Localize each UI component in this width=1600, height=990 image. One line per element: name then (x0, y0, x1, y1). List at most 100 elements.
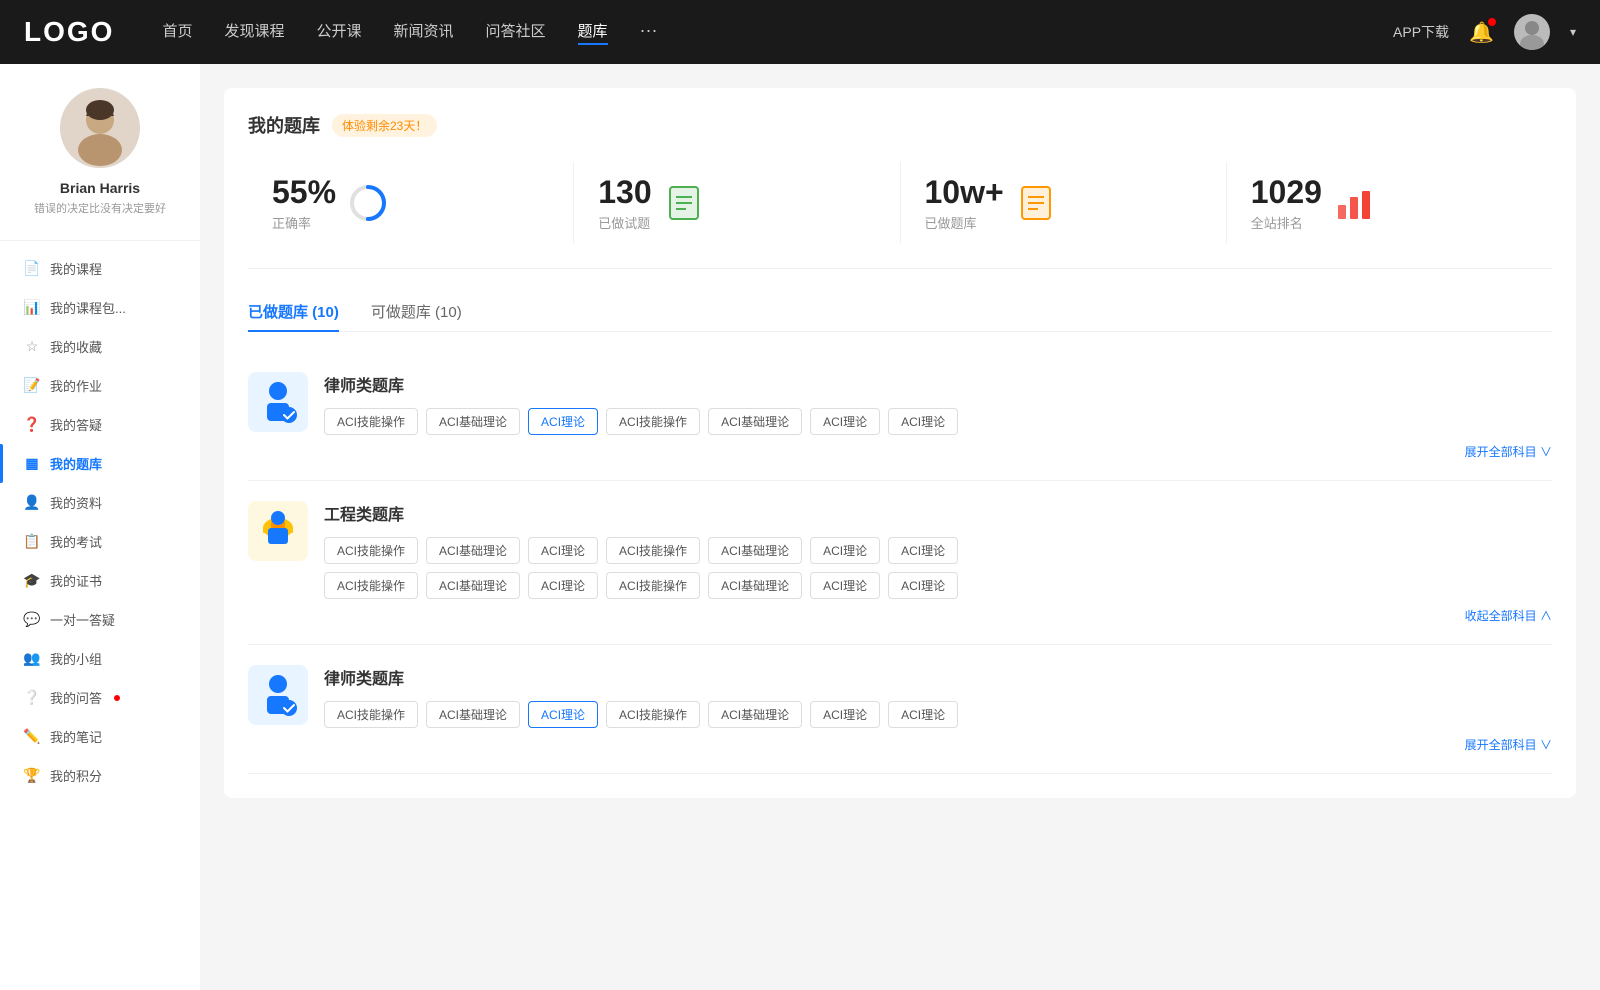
nav-opencourse[interactable]: 公开课 (316, 20, 361, 45)
star-icon: ☆ (24, 339, 40, 355)
tag-2-13[interactable]: ACI理论 (888, 572, 958, 599)
stat-banks-done: 10w+ 已做题库 (901, 162, 1227, 244)
sidebar-item-mycourse[interactable]: 📄 我的课程 (0, 249, 200, 288)
tag-3-3[interactable]: ACI技能操作 (606, 701, 700, 728)
tag-3-4[interactable]: ACI基础理论 (708, 701, 802, 728)
tag-2-2[interactable]: ACI理论 (528, 537, 598, 564)
tag-1-3[interactable]: ACI技能操作 (606, 408, 700, 435)
nav-questionbank[interactable]: 题库 (578, 20, 608, 45)
tag-2-7[interactable]: ACI技能操作 (324, 572, 418, 599)
stat-accuracy: 55% 正确率 (248, 162, 574, 244)
sidebar-user-name: Brian Harris (60, 180, 140, 196)
nav-home[interactable]: 首页 (162, 20, 192, 45)
sidebar-menu: 📄 我的课程 📊 我的课程包... ☆ 我的收藏 📝 我的作业 ❓ 我的答疑 ▦ (0, 249, 200, 795)
nav-discover[interactable]: 发现课程 (224, 20, 284, 45)
stats-row: 55% 正确率 130 已做试题 (248, 162, 1552, 269)
tag-2-5[interactable]: ACI理论 (810, 537, 880, 564)
sidebar-item-points[interactable]: 🏆 我的积分 (0, 756, 200, 795)
sidebar-item-myqa[interactable]: ❓ 我的答疑 (0, 405, 200, 444)
sidebar-item-materials[interactable]: 👤 我的资料 (0, 483, 200, 522)
tag-2-9[interactable]: ACI理论 (528, 572, 598, 599)
sidebar-user-motto: 错误的决定比没有决定要好 (34, 200, 166, 216)
tabs-row: 已做题库 (10) 可做题库 (10) (248, 293, 1552, 332)
sidebar-avatar (60, 88, 140, 168)
page-title: 我的题库 (248, 112, 320, 138)
tag-1-5[interactable]: ACI理论 (810, 408, 880, 435)
tag-3-5[interactable]: ACI理论 (810, 701, 880, 728)
tag-3-1[interactable]: ACI基础理论 (426, 701, 520, 728)
barchart-icon: 📊 (24, 300, 40, 316)
content-card: 我的题库 体验剩余23天！ 55% 正确率 (224, 88, 1576, 798)
tag-2-11[interactable]: ACI基础理论 (708, 572, 802, 599)
sidebar-item-notes[interactable]: ✏️ 我的笔记 (0, 717, 200, 756)
tag-3-0[interactable]: ACI技能操作 (324, 701, 418, 728)
tag-1-4[interactable]: ACI基础理论 (708, 408, 802, 435)
nav-qa[interactable]: 问答社区 (486, 20, 546, 45)
tag-2-8[interactable]: ACI基础理论 (426, 572, 520, 599)
tag-1-2[interactable]: ACI理论 (528, 408, 598, 435)
qbank-item-lawyer-2: 律师类题库 ACI技能操作 ACI基础理论 ACI理论 ACI技能操作 ACI基… (248, 645, 1552, 774)
tab-available-banks[interactable]: 可做题库 (10) (371, 293, 462, 332)
qbank-list: 律师类题库 ACI技能操作 ACI基础理论 ACI理论 ACI技能操作 ACI基… (248, 352, 1552, 774)
tag-2-4[interactable]: ACI基础理论 (708, 537, 802, 564)
qbank-content-1: 律师类题库 ACI技能操作 ACI基础理论 ACI理论 ACI技能操作 ACI基… (324, 372, 1552, 460)
qbank-expand-3[interactable]: 展开全部科目 ∨ (324, 736, 1552, 753)
stat-accuracy-label: 正确率 (272, 213, 336, 232)
questions-done-icon (664, 183, 704, 223)
sidebar-item-onetoone[interactable]: 💬 一对一答疑 (0, 600, 200, 639)
user-dropdown-arrow[interactable]: ▾ (1570, 25, 1576, 39)
tag-3-6[interactable]: ACI理论 (888, 701, 958, 728)
stat-questions-done: 130 已做试题 (574, 162, 900, 244)
qbank-tags-1: ACI技能操作 ACI基础理论 ACI理论 ACI技能操作 ACI基础理论 AC… (324, 408, 1552, 435)
notification-bell[interactable]: 🔔 (1469, 20, 1494, 45)
tab-done-banks[interactable]: 已做题库 (10) (248, 293, 339, 332)
sidebar-item-groups[interactable]: 👥 我的小组 (0, 639, 200, 678)
main-content: 我的题库 体验剩余23天！ 55% 正确率 (200, 64, 1600, 990)
tag-2-12[interactable]: ACI理论 (810, 572, 880, 599)
page-wrapper: Brian Harris 错误的决定比没有决定要好 📄 我的课程 📊 我的课程包… (0, 64, 1600, 990)
qbank-expand-1[interactable]: 展开全部科目 ∨ (324, 443, 1552, 460)
tag-2-1[interactable]: ACI基础理论 (426, 537, 520, 564)
tag-2-3[interactable]: ACI技能操作 (606, 537, 700, 564)
sidebar-item-favorites[interactable]: ☆ 我的收藏 (0, 327, 200, 366)
sidebar-item-questionbank[interactable]: ▦ 我的题库 (0, 444, 200, 483)
stat-questions-value: 130 (598, 174, 651, 211)
trial-badge: 体验剩余23天！ (332, 114, 437, 137)
homework-icon: 📝 (24, 378, 40, 394)
question-circle-icon: ❓ (24, 417, 40, 433)
sidebar: Brian Harris 错误的决定比没有决定要好 📄 我的课程 📊 我的课程包… (0, 64, 200, 990)
tag-1-1[interactable]: ACI基础理论 (426, 408, 520, 435)
tag-3-2[interactable]: ACI理论 (528, 701, 598, 728)
stat-rank-label: 全站排名 (1251, 213, 1322, 232)
sidebar-item-certificates[interactable]: 🎓 我的证书 (0, 561, 200, 600)
group-icon: 👥 (24, 651, 40, 667)
user-avatar[interactable] (1514, 14, 1550, 50)
qbank-icon-lawyer-2 (248, 665, 308, 725)
certificate-icon: 🎓 (24, 573, 40, 589)
nav-news[interactable]: 新闻资讯 (394, 20, 454, 45)
sidebar-item-questions[interactable]: ❔ 我的问答 (0, 678, 200, 717)
tag-1-0[interactable]: ACI技能操作 (324, 408, 418, 435)
rank-icon (1334, 183, 1374, 223)
note-icon: ✏️ (24, 729, 40, 745)
tag-2-0[interactable]: ACI技能操作 (324, 537, 418, 564)
tag-1-6[interactable]: ACI理论 (888, 408, 958, 435)
stat-banks-label: 已做题库 (925, 213, 1004, 232)
stat-rank: 1029 全站排名 (1227, 162, 1552, 244)
qbank-title-2: 工程类题库 (324, 501, 1552, 525)
qbank-content-3: 律师类题库 ACI技能操作 ACI基础理论 ACI理论 ACI技能操作 ACI基… (324, 665, 1552, 753)
qa-icon: ❔ (24, 690, 40, 706)
qbank-tags-3: ACI技能操作 ACI基础理论 ACI理论 ACI技能操作 ACI基础理论 AC… (324, 701, 1552, 728)
page-header: 我的题库 体验剩余23天！ (248, 112, 1552, 138)
sidebar-item-exams[interactable]: 📋 我的考试 (0, 522, 200, 561)
sidebar-item-coursepackage[interactable]: 📊 我的课程包... (0, 288, 200, 327)
app-download-link[interactable]: APP下载 (1393, 22, 1449, 42)
tag-2-10[interactable]: ACI技能操作 (606, 572, 700, 599)
nav-more[interactable]: ··· (640, 20, 658, 45)
tag-2-6[interactable]: ACI理论 (888, 537, 958, 564)
qbank-tags-2-row2: ACI技能操作 ACI基础理论 ACI理论 ACI技能操作 ACI基础理论 AC… (324, 572, 1552, 599)
qbank-expand-2[interactable]: 收起全部科目 ∧ (324, 607, 1552, 624)
navbar: LOGO 首页 发现课程 公开课 新闻资讯 问答社区 题库 ··· APP下载 … (0, 0, 1600, 64)
sidebar-item-homework[interactable]: 📝 我的作业 (0, 366, 200, 405)
banks-done-icon (1016, 183, 1056, 223)
